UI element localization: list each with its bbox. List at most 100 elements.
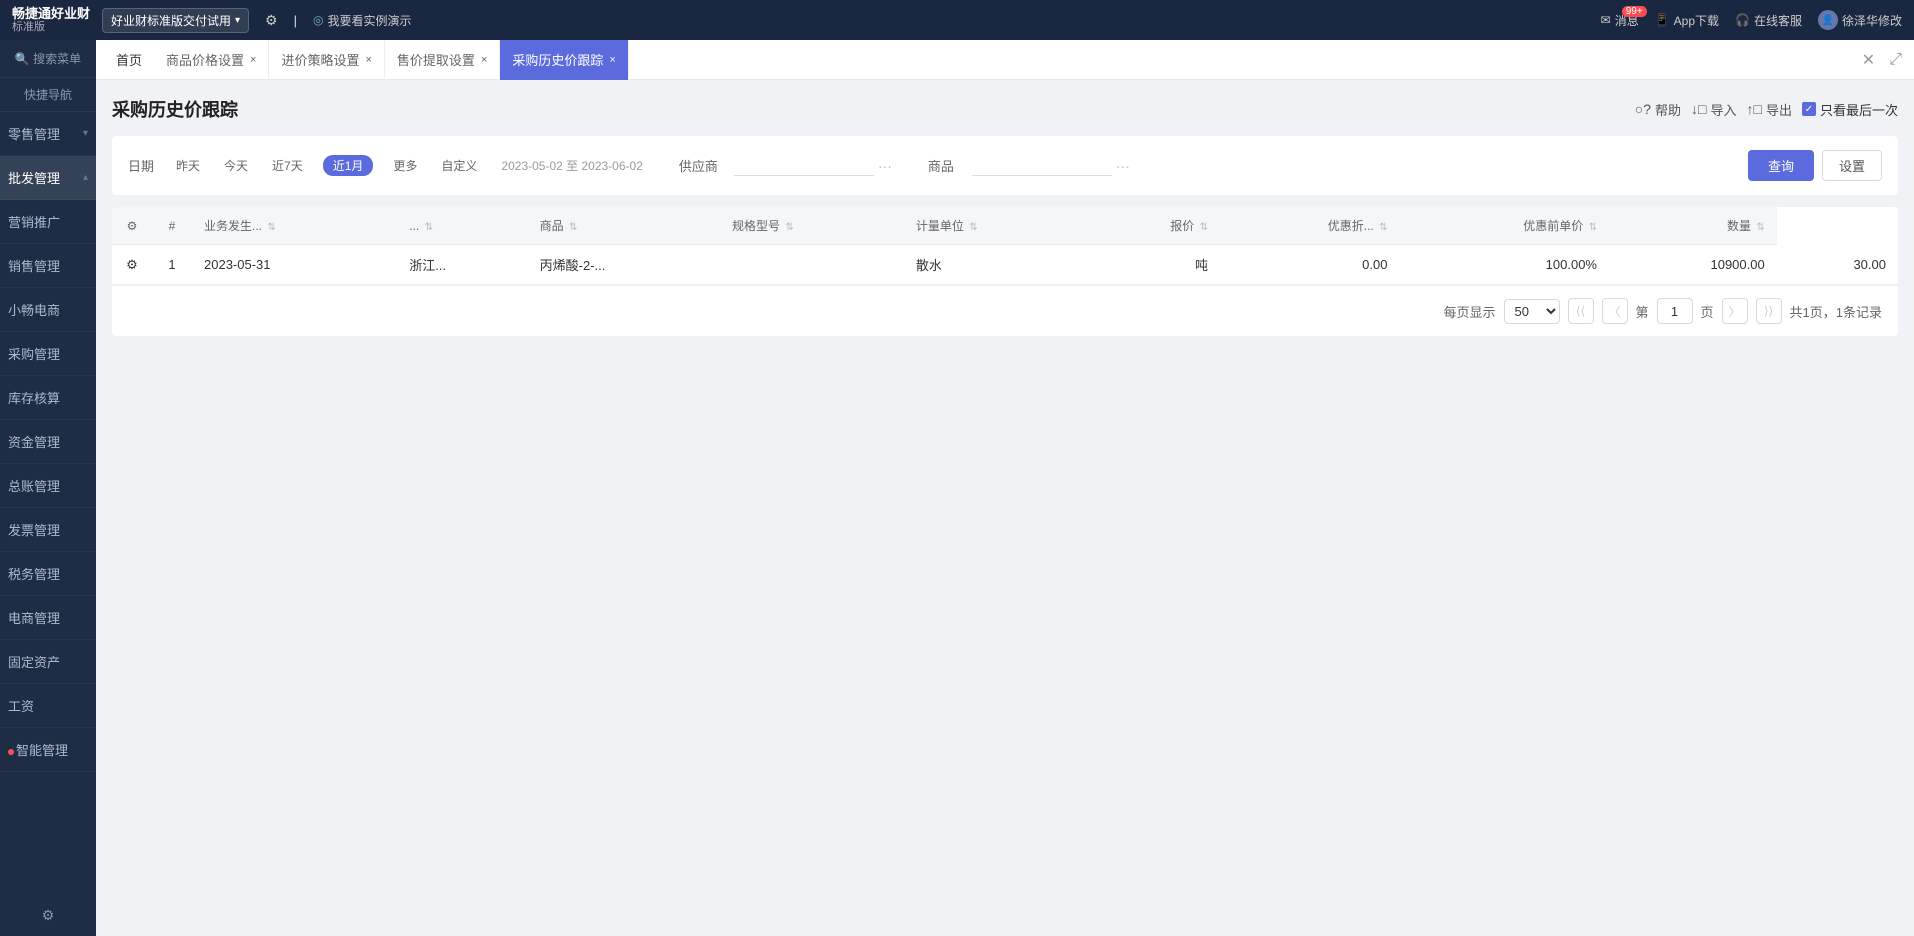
sidebar-item-finance[interactable]: 资金管理 [0, 420, 96, 464]
download-icon: 📱 [1655, 13, 1670, 27]
tab-close-purchase-history[interactable]: × [609, 54, 615, 66]
tab-close-purchase-strategy[interactable]: × [365, 54, 371, 66]
demo-button[interactable]: 我要看实例演示 [313, 12, 412, 29]
cell-supplier: 浙江... [397, 245, 527, 285]
filter-settings-button[interactable]: 设置 [1822, 150, 1882, 181]
date-range-display: 2023-05-02 至 2023-06-02 [501, 157, 642, 174]
date-today-btn[interactable]: 今天 [220, 155, 252, 176]
page-next-button[interactable]: 〉 [1722, 298, 1748, 324]
sidebar-item-ecommerce[interactable]: 电商管理 [0, 596, 96, 640]
demo-label: 我要看实例演示 [327, 12, 411, 29]
tab-bar: 首页 商品价格设置 × 进价策略设置 × 售价提取设置 × 采购历史价跟踪 × [96, 40, 1914, 80]
export-icon: ↑□ [1747, 101, 1762, 117]
col-header-gear[interactable]: ⚙ [112, 207, 152, 245]
tab-close-sale-extract[interactable]: × [481, 54, 487, 66]
cell-price-unit: 吨 [1088, 245, 1220, 285]
sidebar-item-wholesale[interactable]: 批发管理 ▴ [0, 156, 96, 200]
goods-filter-label: 商品 [928, 156, 956, 175]
col-header-goods[interactable]: 商品 ⇅ [528, 207, 720, 245]
only-latest-checkbox[interactable]: ✓ 只看最后一次 [1802, 100, 1898, 119]
message-badge: 99+ [1622, 6, 1647, 17]
page-first-button[interactable]: ⟨⟨ [1568, 298, 1594, 324]
sidebar-item-purchase[interactable]: 采购管理 [0, 332, 96, 376]
goods-more-icon[interactable]: ··· [1116, 158, 1130, 174]
cell-quoted-price: 0.00 [1220, 245, 1400, 285]
cell-before-price: 10900.00 [1609, 245, 1777, 285]
sidebar-item-fixed-assets[interactable]: 固定资产 [0, 640, 96, 684]
table-row: ⚙ 1 2023-05-31 浙江... 丙烯酸-2-... 散水 吨 0.00… [112, 245, 1898, 285]
supplier-input[interactable] [734, 156, 874, 176]
page-title: 采购历史价跟踪 [112, 96, 238, 122]
message-button[interactable]: ✉ 消息 99+ [1601, 12, 1639, 29]
app-sub-title: 标准版 [12, 21, 92, 34]
headphone-icon: 🎧 [1735, 13, 1750, 27]
pagination-bar: 每页显示 50 20 100 200 ⟨⟨ 〈 第 页 〉 ⟩⟩ [112, 285, 1898, 336]
data-table: ⚙ # 业务发生... ⇅ ... ⇅ 商品 ⇅ [112, 207, 1898, 285]
tab-close-goods-price[interactable]: × [250, 54, 256, 66]
edition-settings-icon[interactable]: ⚙ [259, 10, 284, 31]
cell-num: 1 [152, 245, 192, 285]
sidebar-item-smart[interactable]: 智能管理 [0, 728, 96, 772]
sidebar-item-retail[interactable]: 零售管理 ▾ [0, 112, 96, 156]
page-last-button[interactable]: ⟩⟩ [1756, 298, 1782, 324]
cell-unit: 散水 [904, 245, 1088, 285]
export-button[interactable]: ↑□ 导出 [1747, 100, 1792, 119]
search-icon: 🔍 [15, 52, 30, 66]
online-service-label: 在线客服 [1754, 12, 1802, 29]
col-header-unit[interactable]: 计量单位 ⇅ [904, 207, 1088, 245]
page-header: 采购历史价跟踪 ○? 帮助 ↓□ 导入 ↑□ 导出 [112, 96, 1898, 122]
edition-selector[interactable]: 好业财标准版交付试用 ▾ [102, 8, 249, 33]
cell-gear[interactable]: ⚙ [112, 245, 152, 285]
sidebar-item-inventory[interactable]: 库存核算 [0, 376, 96, 420]
sidebar-item-tax[interactable]: 税务管理 [0, 552, 96, 596]
chevron-up-icon: ▴ [83, 172, 88, 183]
col-header-discount[interactable]: 优惠折... ⇅ [1220, 207, 1400, 245]
tab-goods-price[interactable]: 商品价格设置 × [154, 40, 269, 80]
page-prev-button[interactable]: 〈 [1602, 298, 1628, 324]
sidebar-settings-icon[interactable]: ⚙ [0, 895, 96, 936]
tab-expand-icon[interactable]: ⤢ [1885, 49, 1906, 71]
sidebar-item-general-ledger[interactable]: 总账管理 [0, 464, 96, 508]
sidebar-item-ecommerce-small[interactable]: 小畅电商 [0, 288, 96, 332]
query-button[interactable]: 查询 [1748, 150, 1814, 181]
help-button[interactable]: ○? 帮助 [1635, 100, 1681, 119]
tab-home[interactable]: 首页 [104, 40, 154, 80]
tab-purchase-history[interactable]: 采购历史价跟踪 × [500, 40, 628, 80]
date-1month-btn[interactable]: 近1月 [323, 155, 374, 176]
tab-close-current-icon[interactable]: ✕ [1858, 48, 1879, 72]
filter-card: 日期 昨天 今天 近7天 近1月 更多 自定义 2023-05-02 至 202… [112, 136, 1898, 195]
col-header-quantity[interactable]: 数量 ⇅ [1609, 207, 1777, 245]
sidebar-item-sales[interactable]: 销售管理 [0, 244, 96, 288]
supplier-more-icon[interactable]: ··· [878, 158, 892, 174]
cell-date: 2023-05-31 [192, 245, 397, 285]
col-header-before-price[interactable]: 优惠前单价 ⇅ [1399, 207, 1609, 245]
app-download-button[interactable]: 📱 App下载 [1655, 12, 1719, 29]
sidebar-item-payroll[interactable]: 工资 [0, 684, 96, 728]
cell-discount: 100.00% [1399, 245, 1609, 285]
tab-purchase-strategy[interactable]: 进价策略设置 × [269, 40, 384, 80]
cell-quantity: 30.00 [1777, 245, 1898, 285]
user-menu[interactable]: 👤 徐泽华修改 [1818, 10, 1902, 30]
date-yesterday-btn[interactable]: 昨天 [172, 155, 204, 176]
per-page-select[interactable]: 50 20 100 200 [1504, 299, 1560, 324]
cell-spec [720, 245, 904, 285]
total-info: 共1页，1条记录 [1790, 302, 1882, 321]
goods-input[interactable] [972, 156, 1112, 176]
sidebar-item-invoice[interactable]: 发票管理 [0, 508, 96, 552]
sidebar-item-marketing[interactable]: 营销推广 [0, 200, 96, 244]
supplier-filter-label: 供应商 [679, 156, 718, 175]
online-service-button[interactable]: 🎧 在线客服 [1735, 12, 1802, 29]
col-header-date[interactable]: 业务发生... ⇅ [192, 207, 397, 245]
sidebar-search[interactable]: 🔍 搜索菜单 [0, 40, 96, 78]
col-header-price[interactable]: 报价 ⇅ [1088, 207, 1220, 245]
sidebar-quick-nav[interactable]: 快捷导航 [0, 78, 96, 112]
date-custom-btn[interactable]: 自定义 [437, 155, 481, 176]
tab-sale-extract[interactable]: 售价提取设置 × [385, 40, 500, 80]
date-7days-btn[interactable]: 近7天 [268, 155, 307, 176]
page-number-input[interactable] [1657, 298, 1693, 324]
col-header-spec[interactable]: 规格型号 ⇅ [720, 207, 904, 245]
date-more-btn[interactable]: 更多 [389, 155, 421, 176]
col-header-more[interactable]: ... ⇅ [397, 207, 527, 245]
help-icon: ○? [1635, 101, 1651, 117]
import-button[interactable]: ↓□ 导入 [1691, 100, 1736, 119]
